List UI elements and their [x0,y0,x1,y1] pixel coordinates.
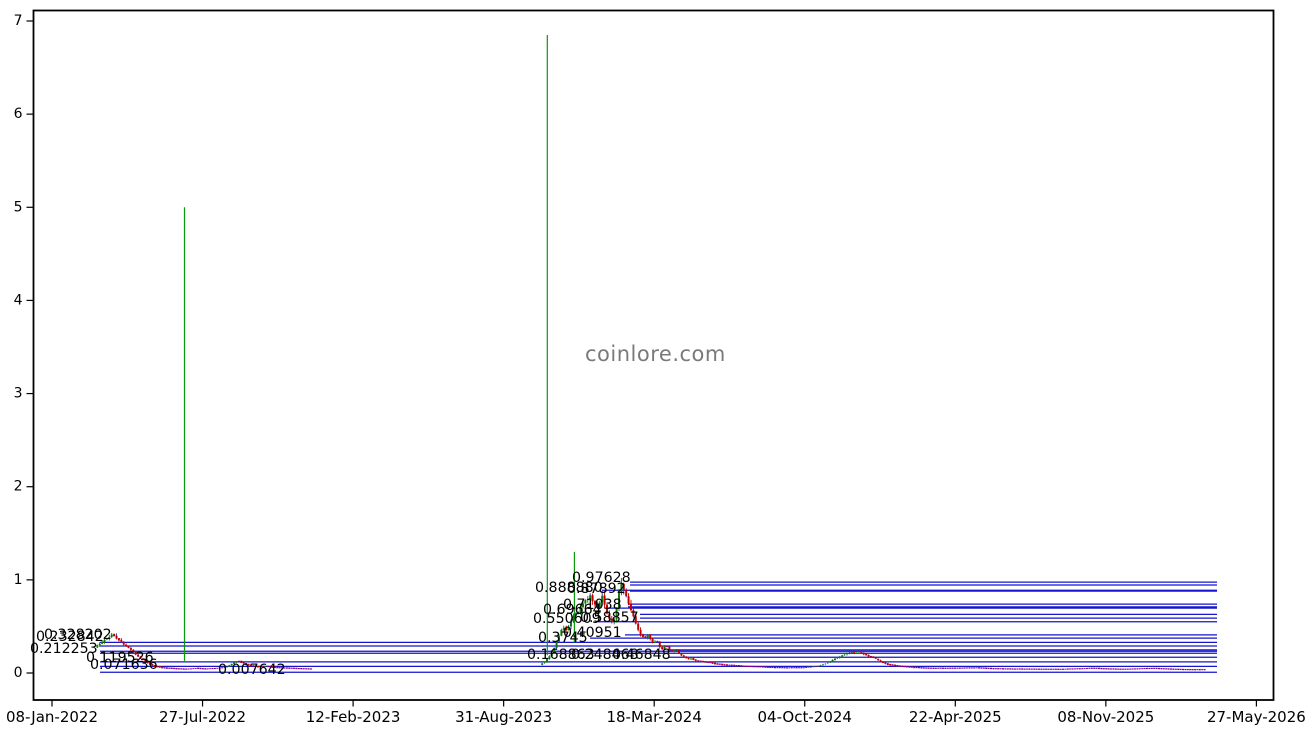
price-chart: 0.3282020.2328420.2122530.1195260.071636… [6,9,1306,726]
price-annotation-label: 0.071636 [90,657,158,673]
y-tick-label: 1 [14,572,23,588]
price-chart-canvas: coinlore.com 0.328202 0.232842 0.212253 0.1… [0,0,1310,736]
x-tick-label: 04-Oct-2024 [758,708,852,726]
y-tick-label: 6 [14,106,23,122]
price-annotation-label: 0.87892 [567,581,626,597]
x-tick-label: 22-Apr-2025 [909,708,1002,726]
x-tick-label: 31-Aug-2023 [455,708,552,726]
x-tick-label: 12-Feb-2023 [306,708,401,726]
x-tick-label: 08-Jan-2022 [6,708,98,726]
plot-border [32,9,1275,701]
x-tick-label: 27-May-2026 [1207,708,1306,726]
price-annotation-label: 0.007642 [218,662,286,678]
y-tick-label: 0 [14,665,23,681]
price-annotation-label: 0.3745 [538,630,588,646]
x-tick-label: 08-Nov-2025 [1057,708,1154,726]
spike-lines-layer [183,34,576,661]
y-tick-label: 3 [14,386,23,402]
y-tick-label: 4 [14,292,23,308]
x-tick-label: 27-Jul-2022 [159,708,246,726]
y-tick-label: 5 [14,199,23,215]
y-tick-label: 7 [14,13,23,29]
price-annotation-label: 0.46848 [612,647,671,663]
y-tick-label: 2 [14,479,23,495]
x-tick-label: 18-Mar-2024 [606,708,701,726]
